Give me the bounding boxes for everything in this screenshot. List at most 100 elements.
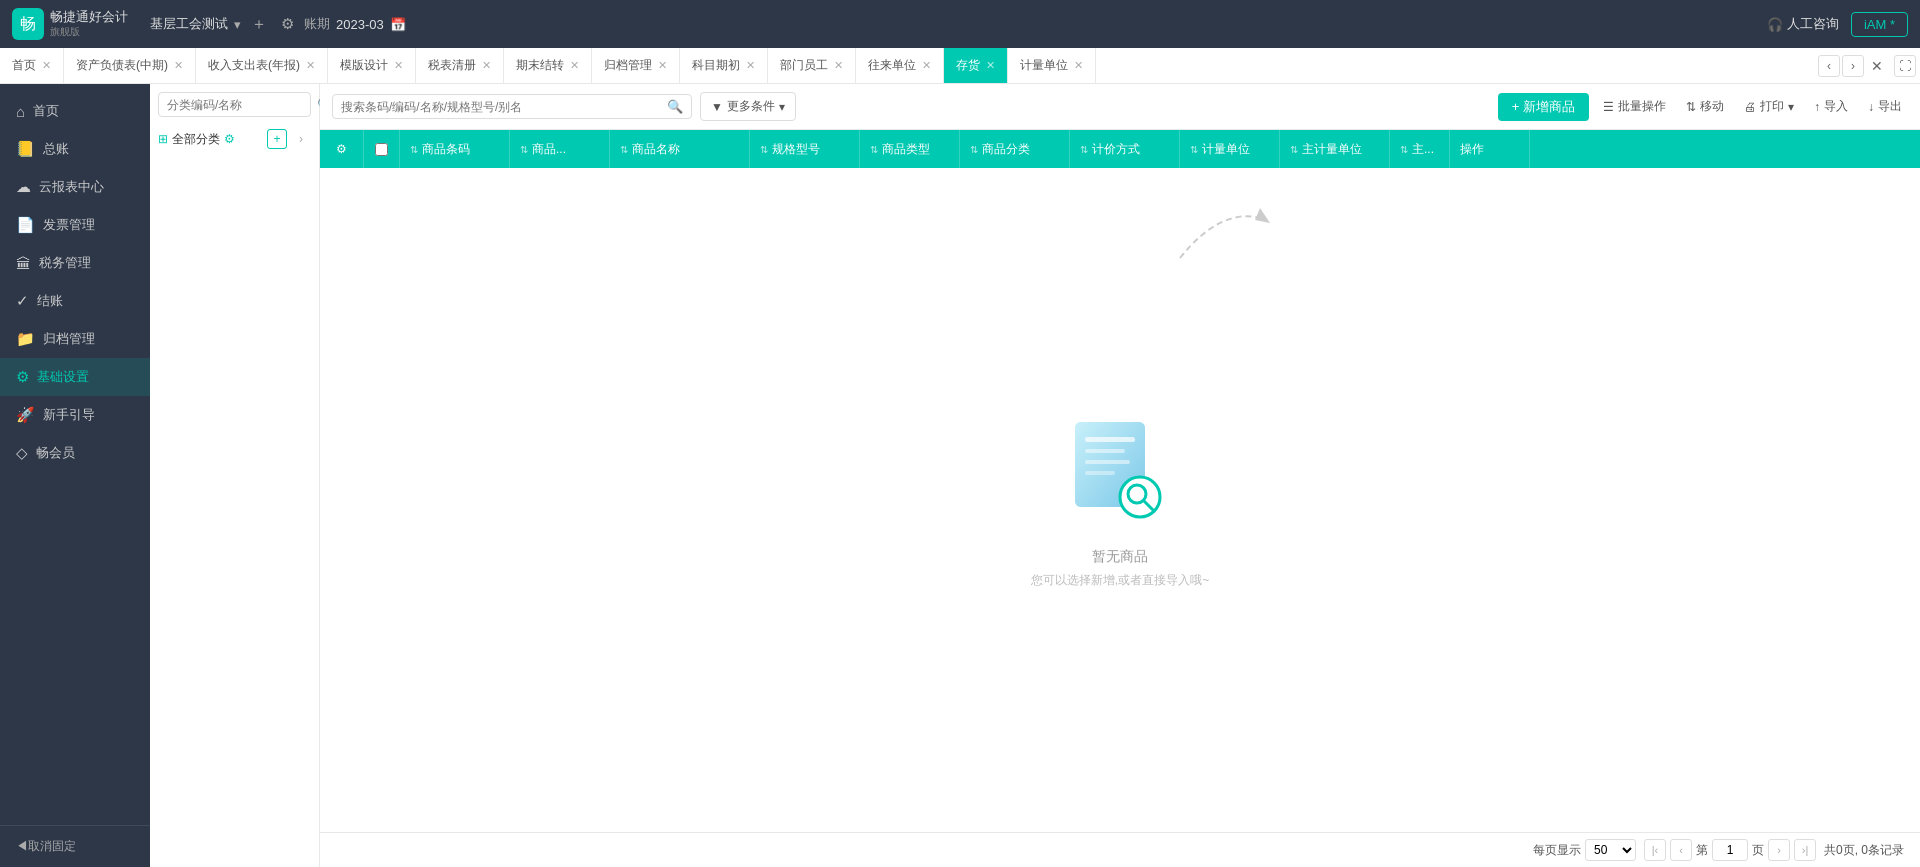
all-categories-text: 全部分类 <box>172 131 220 148</box>
print-label: 打印 <box>1760 98 1784 115</box>
sidebar-item-invoice[interactable]: 📄 发票管理 <box>0 206 150 244</box>
tab-subject[interactable]: 科目期初 ✕ <box>680 48 768 84</box>
tab-income[interactable]: 收入支出表(年报) ✕ <box>196 48 328 84</box>
tab-income-close[interactable]: ✕ <box>306 59 315 72</box>
settings-cog-icon[interactable]: ⚙ <box>277 15 298 33</box>
category-search[interactable]: 🔍 <box>158 92 311 117</box>
tab-tax[interactable]: 税表清册 ✕ <box>416 48 504 84</box>
tab-period-end-close[interactable]: ✕ <box>570 59 579 72</box>
move-button[interactable]: ⇅ 移动 <box>1680 94 1730 119</box>
category-settings-dot[interactable]: ⚙ <box>224 132 235 146</box>
first-page-btn[interactable]: |‹ <box>1644 839 1666 861</box>
category-action-icons: + › <box>267 129 311 149</box>
tab-template-close[interactable]: ✕ <box>394 59 403 72</box>
product-search[interactable]: 🔍 <box>332 94 692 119</box>
th-category-label: 商品分类 <box>982 141 1030 158</box>
tab-archive[interactable]: 归档管理 ✕ <box>592 48 680 84</box>
th-type-label: 商品类型 <box>882 141 930 158</box>
category-collapse-btn[interactable]: › <box>291 129 311 149</box>
tab-scroll-right[interactable]: › <box>1842 55 1864 77</box>
sidebar-label-tax: 税务管理 <box>39 254 91 272</box>
next-page-btn[interactable]: › <box>1768 839 1790 861</box>
filter-button[interactable]: ▼ 更多条件 ▾ <box>700 92 796 121</box>
company-dropdown-icon[interactable]: ▾ <box>234 17 241 32</box>
iam-button[interactable]: iAM * <box>1851 12 1908 37</box>
sidebar-item-reports[interactable]: ☁ 云报表中心 <box>0 168 150 206</box>
sidebar-item-member[interactable]: ◇ 畅会员 <box>0 434 150 472</box>
table-scroll[interactable]: ⚙ ⇅ 商品条码 ⇅ 商品... <box>320 130 1920 168</box>
tab-vendor[interactable]: 往来单位 ✕ <box>856 48 944 84</box>
th-settings[interactable]: ⚙ <box>320 130 364 168</box>
calendar-icon[interactable]: 📅 <box>390 17 406 32</box>
prev-page-btn[interactable]: ‹ <box>1670 839 1692 861</box>
th-unit-label: 计量单位 <box>1202 141 1250 158</box>
category-add-btn[interactable]: + <box>267 129 287 149</box>
header-right: 🎧 人工咨询 iAM * <box>1767 12 1908 37</box>
tab-expand[interactable]: ⛶ <box>1894 55 1916 77</box>
sidebar-item-ledger[interactable]: 📒 总账 <box>0 130 150 168</box>
last-page-btn[interactable]: ›| <box>1794 839 1816 861</box>
tab-unit[interactable]: 计量单位 ✕ <box>1008 48 1096 84</box>
support-button[interactable]: 🎧 人工咨询 <box>1767 15 1839 33</box>
sidebar-item-home[interactable]: ⌂ 首页 <box>0 92 150 130</box>
sidebar-unpin[interactable]: ◀取消固定 <box>0 825 150 867</box>
product-search-input[interactable] <box>341 100 667 114</box>
sort-icon-name: ⇅ <box>620 144 628 155</box>
th-barcode[interactable]: ⇅ 商品条码 <box>400 130 510 168</box>
category-all-label[interactable]: ⊞ 全部分类 ⚙ <box>158 131 235 148</box>
tab-balance-close[interactable]: ✕ <box>174 59 183 72</box>
tab-close-all[interactable]: ✕ <box>1866 55 1888 77</box>
sidebar-item-guide[interactable]: 🚀 新手引导 <box>0 396 150 434</box>
svg-rect-4 <box>1085 449 1125 453</box>
tab-vendor-label: 往来单位 <box>868 57 916 74</box>
th-code[interactable]: ⇅ 商品... <box>510 130 610 168</box>
th-extra[interactable]: ⇅ 主... <box>1390 130 1450 168</box>
th-category[interactable]: ⇅ 商品分类 <box>960 130 1070 168</box>
per-page-dropdown[interactable]: 50 100 200 <box>1585 839 1636 861</box>
th-barcode-label: 商品条码 <box>422 141 470 158</box>
tab-bar: 首页 ✕ 资产负债表(中期) ✕ 收入支出表(年报) ✕ 模版设计 ✕ 税表清册… <box>0 48 1920 84</box>
sidebar-item-close[interactable]: ✓ 结账 <box>0 282 150 320</box>
tab-dept[interactable]: 部门员工 ✕ <box>768 48 856 84</box>
tab-home[interactable]: 首页 ✕ <box>0 48 64 84</box>
tab-dept-close[interactable]: ✕ <box>834 59 843 72</box>
tab-inventory[interactable]: 存货 ✕ <box>944 48 1008 84</box>
logo-icon: 畅 <box>12 8 44 40</box>
th-price-method[interactable]: ⇅ 计价方式 <box>1070 130 1180 168</box>
add-company-icon[interactable]: ＋ <box>247 14 271 35</box>
tab-archive-close[interactable]: ✕ <box>658 59 667 72</box>
th-spec[interactable]: ⇅ 规格型号 <box>750 130 860 168</box>
search-icon[interactable]: 🔍 <box>667 99 683 114</box>
company-selector[interactable]: 基层工会测试 ▾ ＋ ⚙ 账期 2023-03 📅 <box>150 14 1759 35</box>
print-button[interactable]: 🖨 打印 ▾ <box>1738 94 1800 119</box>
sidebar-item-tax[interactable]: 🏛 税务管理 <box>0 244 150 282</box>
category-search-input[interactable] <box>167 98 317 112</box>
tab-scroll-left[interactable]: ‹ <box>1818 55 1840 77</box>
sidebar-item-archive[interactable]: 📁 归档管理 <box>0 320 150 358</box>
batch-ops-button[interactable]: ☰ 批量操作 <box>1597 94 1672 119</box>
th-name[interactable]: ⇅ 商品名称 <box>610 130 750 168</box>
import-icon: ↑ <box>1814 100 1820 114</box>
tab-subject-close[interactable]: ✕ <box>746 59 755 72</box>
add-label: + 新增商品 <box>1512 98 1575 116</box>
sort-icon-unit: ⇅ <box>1190 144 1198 155</box>
select-all-checkbox[interactable] <box>375 143 388 156</box>
th-unit[interactable]: ⇅ 计量单位 <box>1180 130 1280 168</box>
export-button[interactable]: ↓ 导出 <box>1862 94 1908 119</box>
tab-inventory-close[interactable]: ✕ <box>986 59 995 72</box>
th-type[interactable]: ⇅ 商品类型 <box>860 130 960 168</box>
th-checkbox[interactable] <box>364 130 400 168</box>
add-product-button[interactable]: + 新增商品 <box>1498 93 1589 121</box>
tab-tax-close[interactable]: ✕ <box>482 59 491 72</box>
page-input[interactable] <box>1712 839 1748 861</box>
tab-template[interactable]: 模版设计 ✕ <box>328 48 416 84</box>
sidebar-item-settings[interactable]: ⚙ 基础设置 <box>0 358 150 396</box>
tab-vendor-close[interactable]: ✕ <box>922 59 931 72</box>
tab-balance[interactable]: 资产负债表(中期) ✕ <box>64 48 196 84</box>
tab-period-end[interactable]: 期末结转 ✕ <box>504 48 592 84</box>
tab-home-close[interactable]: ✕ <box>42 59 51 72</box>
tab-unit-close[interactable]: ✕ <box>1074 59 1083 72</box>
th-main-unit[interactable]: ⇅ 主计量单位 <box>1280 130 1390 168</box>
import-button[interactable]: ↑ 导入 <box>1808 94 1854 119</box>
grid-icon: ⊞ <box>158 132 168 146</box>
